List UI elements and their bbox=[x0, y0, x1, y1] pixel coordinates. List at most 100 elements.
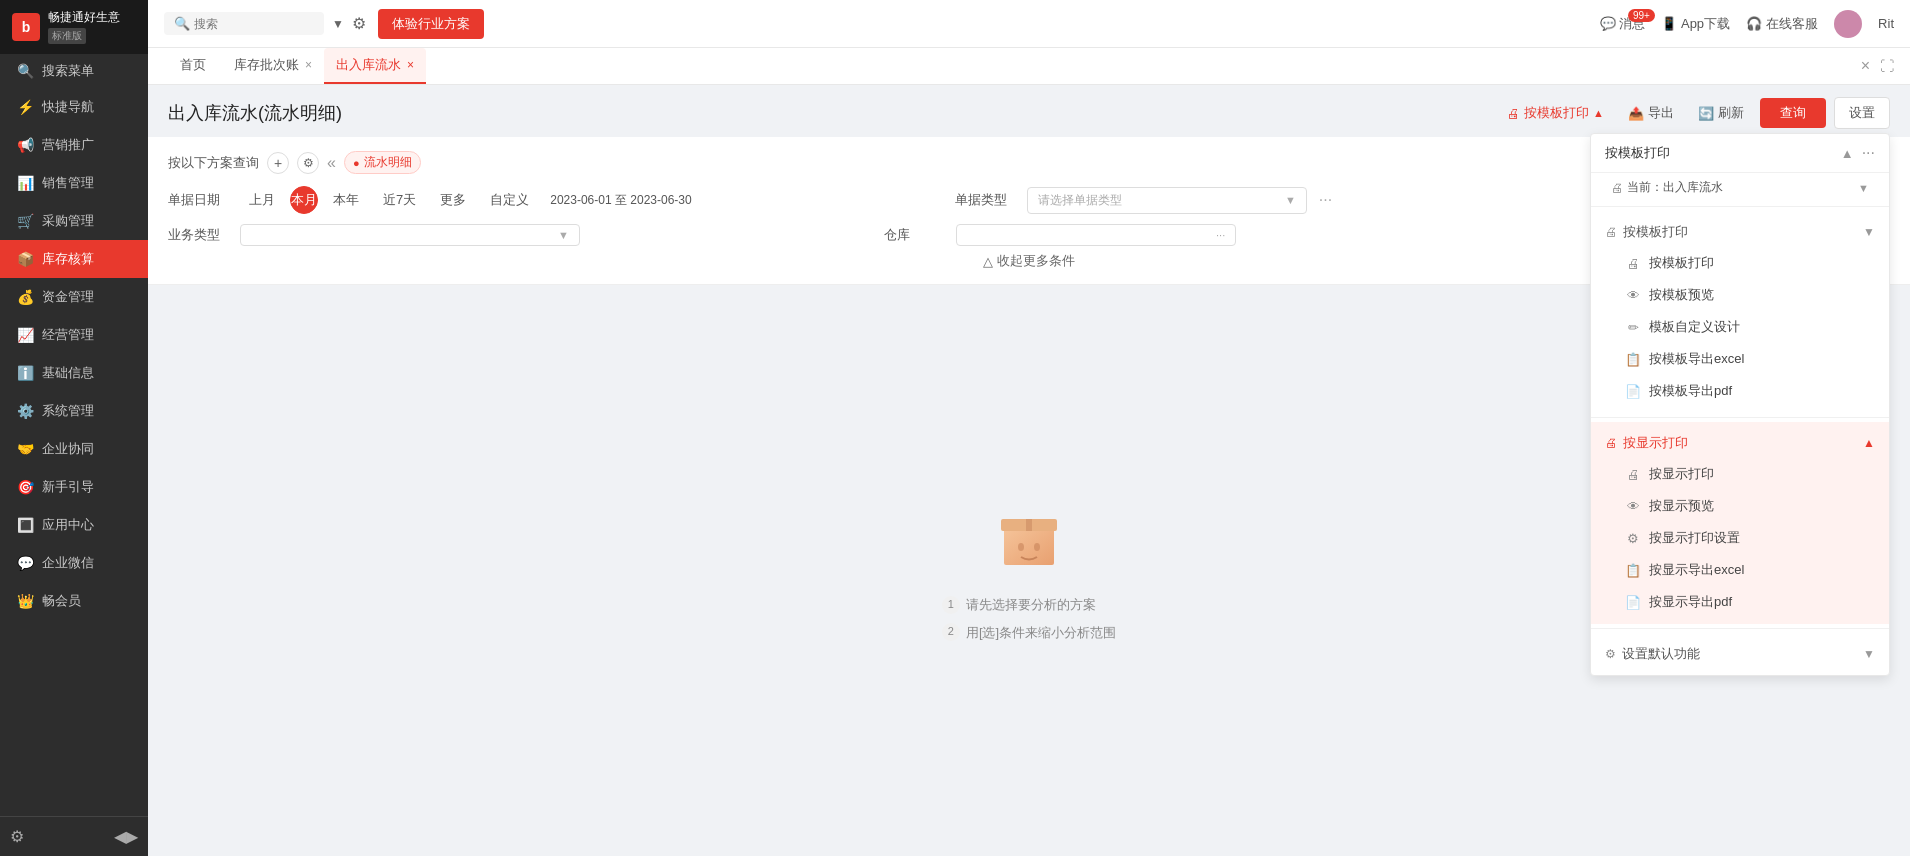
sidebar-item-label: 基础信息 bbox=[42, 364, 94, 382]
display-print-settings-item[interactable]: ⚙ 按显示打印设置 bbox=[1605, 522, 1889, 554]
more-options-icon[interactable]: ··· bbox=[1862, 144, 1875, 162]
topbar-search-box[interactable]: 🔍 bbox=[164, 12, 324, 35]
app-logo: b 畅捷通好生意 标准版 bbox=[0, 0, 148, 54]
date-option-more[interactable]: 更多 bbox=[431, 188, 475, 212]
sidebar-item-search[interactable]: 🔍 搜索菜单 bbox=[0, 54, 148, 88]
template-preview-item[interactable]: 👁 按模板预览 bbox=[1605, 279, 1889, 311]
date-option-this-year[interactable]: 本年 bbox=[324, 188, 368, 212]
sidebar-settings-icon[interactable]: ⚙ bbox=[10, 827, 24, 846]
sidebar-item-member[interactable]: 👑 畅会员 bbox=[0, 582, 148, 620]
print-icon: 🖨 bbox=[1507, 106, 1520, 121]
date-option-last-7[interactable]: 近7天 bbox=[374, 188, 425, 212]
print-dropdown-title: 按模板打印 bbox=[1605, 144, 1670, 162]
date-field-label: 单据日期 bbox=[168, 191, 228, 209]
filter-active-tag[interactable]: ● 流水明细 bbox=[344, 151, 421, 174]
empty-svg bbox=[989, 497, 1069, 577]
tab-batch[interactable]: 库存批次账 × bbox=[222, 48, 324, 84]
print-template-btn[interactable]: 🖨 按模板打印 ▲ bbox=[1499, 100, 1612, 126]
tab-home[interactable]: 首页 bbox=[164, 48, 222, 84]
basic-icon: ℹ️ bbox=[16, 364, 34, 382]
svg-point-3 bbox=[1034, 543, 1040, 551]
settings-btn[interactable]: 设置 bbox=[1834, 97, 1890, 129]
template-export-pdf-item[interactable]: 📄 按模板导出pdf bbox=[1605, 375, 1889, 407]
display-export-excel-item[interactable]: 📋 按显示导出excel bbox=[1605, 554, 1889, 586]
sidebar-item-label: 新手引导 bbox=[42, 478, 94, 496]
business-type-select[interactable]: ▼ bbox=[240, 224, 580, 246]
date-option-this-month[interactable]: 本月 bbox=[290, 186, 318, 214]
sidebar-item-finance[interactable]: 💰 资金管理 bbox=[0, 278, 148, 316]
sidebar-item-inventory[interactable]: 📦 库存核算 bbox=[0, 240, 148, 278]
sidebar-item-purchase[interactable]: 🛒 采购管理 bbox=[0, 202, 148, 240]
topbar: 🔍 ▼ ⚙ 体验行业方案 💬 消息 99+ 📱 App下载 🎧 在线客服 bbox=[148, 0, 1910, 48]
sidebar-item-basic[interactable]: ℹ️ 基础信息 bbox=[0, 354, 148, 392]
chevron-down-icon[interactable]: ▼ bbox=[1858, 182, 1869, 194]
display-print-section-header[interactable]: 🖨 按显示打印 ▲ bbox=[1591, 428, 1889, 458]
section1-arrow[interactable]: ▼ bbox=[1863, 225, 1875, 239]
template-custom-item[interactable]: ✏ 模板自定义设计 bbox=[1605, 311, 1889, 343]
default-setting-icon: ⚙ bbox=[1605, 647, 1616, 661]
notice-btn[interactable]: 💬 消息 99+ bbox=[1600, 15, 1645, 33]
quick-nav-icon: ⚡ bbox=[16, 98, 34, 116]
industry-btn[interactable]: 体验行业方案 bbox=[378, 9, 484, 39]
date-range-label: 2023-06-01 至 2023-06-30 bbox=[550, 192, 691, 209]
warehouse-label: 仓库 bbox=[884, 226, 944, 244]
sidebar-nav: 🔍 搜索菜单 ⚡ 快捷导航 📢 营销推广 📊 销售管理 🛒 采购管理 📦 库存核… bbox=[0, 54, 148, 816]
topbar-dropdown[interactable]: ▼ bbox=[332, 17, 344, 31]
sidebar-item-cooperation[interactable]: 🤝 企业协同 bbox=[0, 430, 148, 468]
settings-gear-icon[interactable]: ⚙ bbox=[352, 14, 366, 33]
sidebar-collapse-icon[interactable]: ◀▶ bbox=[114, 827, 138, 846]
filter-settings-btn[interactable]: ⚙ bbox=[297, 152, 319, 174]
bill-type-select[interactable]: 请选择单据类型 ▼ bbox=[1027, 187, 1307, 214]
sidebar-item-wechat[interactable]: 💬 企业微信 bbox=[0, 544, 148, 582]
empty-hint-2: 2 用[选]条件来缩小分析范围 bbox=[942, 621, 1116, 644]
date-option-custom[interactable]: 自定义 bbox=[481, 188, 538, 212]
section2-arrow[interactable]: ▲ bbox=[1863, 436, 1875, 450]
sidebar-item-label: 库存核算 bbox=[42, 250, 94, 268]
empty-illustration bbox=[989, 497, 1069, 577]
filter-section-label: 按以下方案查询 bbox=[168, 154, 259, 172]
tab-flow-label: 出入库流水 bbox=[336, 56, 401, 74]
sidebar-item-operations[interactable]: 📈 经营管理 bbox=[0, 316, 148, 354]
tab-flow-close[interactable]: × bbox=[407, 58, 414, 72]
sidebar-item-label: 畅会员 bbox=[42, 592, 81, 610]
date-option-last-month[interactable]: 上月 bbox=[240, 188, 284, 212]
tab-home-label: 首页 bbox=[180, 56, 206, 74]
online-service-btn[interactable]: 🎧 在线客服 bbox=[1746, 15, 1818, 33]
default-setting-section-header[interactable]: ⚙ 设置默认功能 ▼ bbox=[1591, 639, 1889, 669]
filter-add-btn[interactable]: + bbox=[267, 152, 289, 174]
sidebar-item-sales[interactable]: 📊 销售管理 bbox=[0, 164, 148, 202]
sidebar-item-app-center[interactable]: 🔳 应用中心 bbox=[0, 506, 148, 544]
bill-type-more-icon[interactable]: ··· bbox=[1319, 191, 1332, 209]
warehouse-select[interactable]: ··· bbox=[956, 224, 1236, 246]
user-avatar[interactable] bbox=[1834, 10, 1862, 38]
app-download-btn[interactable]: 📱 App下载 bbox=[1661, 15, 1730, 33]
main-area: 🔍 ▼ ⚙ 体验行业方案 💬 消息 99+ 📱 App下载 🎧 在线客服 bbox=[148, 0, 1910, 856]
sidebar-item-system[interactable]: ⚙️ 系统管理 bbox=[0, 392, 148, 430]
tab-flow[interactable]: 出入库流水 × bbox=[324, 48, 426, 84]
refresh-btn[interactable]: 🔄 刷新 bbox=[1690, 100, 1752, 126]
sidebar-item-guide[interactable]: 🎯 新手引导 bbox=[0, 468, 148, 506]
sidebar-item-marketing[interactable]: 📢 营销推广 bbox=[0, 126, 148, 164]
sidebar-item-quick-nav[interactable]: ⚡ 快捷导航 bbox=[0, 88, 148, 126]
filter-collapse-btn[interactable]: « bbox=[327, 154, 336, 172]
template-export-excel-item[interactable]: 📋 按模板导出excel bbox=[1605, 343, 1889, 375]
chevron-up-icon[interactable]: ▲ bbox=[1841, 146, 1854, 161]
query-btn[interactable]: 查询 bbox=[1760, 98, 1826, 128]
tab-batch-close[interactable]: × bbox=[305, 58, 312, 72]
close-panel-icon[interactable]: × bbox=[1861, 57, 1870, 75]
template-print-section-header[interactable]: 🖨 按模板打印 ▼ bbox=[1591, 217, 1889, 247]
search-input[interactable] bbox=[194, 17, 294, 31]
maximize-icon[interactable]: ⛶ bbox=[1880, 58, 1894, 74]
date-options: 上月 本月 本年 近7天 更多 自定义 bbox=[240, 186, 538, 214]
app-tag: 标准版 bbox=[48, 28, 86, 44]
export-btn[interactable]: 📤 导出 bbox=[1620, 100, 1682, 126]
display-preview-item[interactable]: 👁 按显示预览 bbox=[1605, 490, 1889, 522]
display-print-item[interactable]: 🖨 按显示打印 bbox=[1605, 458, 1889, 490]
section3-arrow[interactable]: ▼ bbox=[1863, 647, 1875, 661]
template-print-item[interactable]: 🖨 按模板打印 bbox=[1605, 247, 1889, 279]
app-label: App下载 bbox=[1681, 15, 1730, 33]
app-name: 畅捷通好生意 bbox=[48, 10, 120, 26]
tabs-bar: 首页 库存批次账 × 出入库流水 × × ⛶ bbox=[148, 48, 1910, 85]
username-label[interactable]: Rit bbox=[1878, 16, 1894, 31]
display-export-pdf-item[interactable]: 📄 按显示导出pdf bbox=[1605, 586, 1889, 618]
